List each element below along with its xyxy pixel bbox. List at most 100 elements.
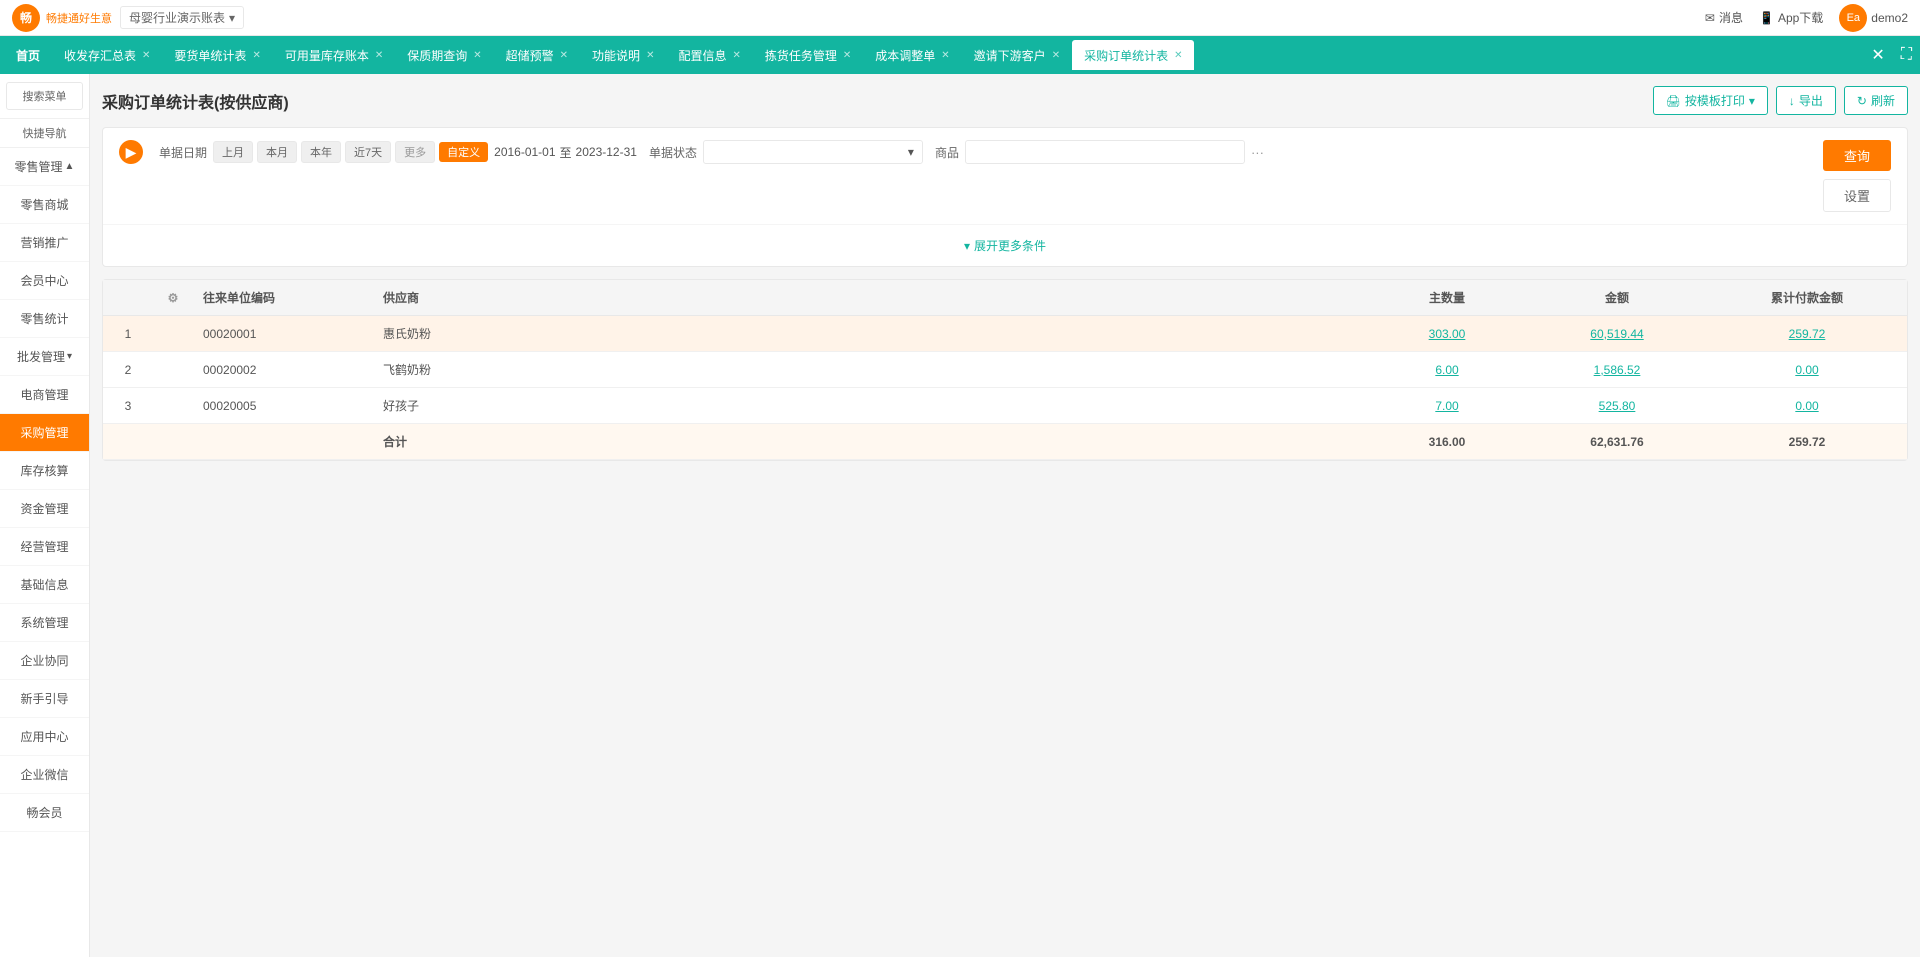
refresh-button[interactable]: ↻ 刷新: [1844, 86, 1908, 115]
paid-link[interactable]: 259.72: [1789, 327, 1826, 341]
cell-paid: 0.00: [1707, 388, 1907, 424]
page-header: 采购订单统计表(按供应商) 🖨 按模板打印 ▾ ↓ 导出 ↻ 刷新: [102, 86, 1908, 115]
paid-link[interactable]: 0.00: [1795, 399, 1818, 413]
sidebar-item-inventory[interactable]: 库存核算: [0, 452, 89, 490]
tab-invite[interactable]: 邀请下游客户 ✕: [962, 40, 1072, 70]
sidebar-item-retail[interactable]: 零售管理 ▲: [0, 148, 89, 186]
amount-link[interactable]: 60,519.44: [1590, 327, 1643, 341]
sidebar-item-wholesale[interactable]: 批发管理 ▾: [0, 338, 89, 376]
gear-icon[interactable]: ⚙: [168, 291, 179, 305]
sidebar-item-app-center[interactable]: 应用中心: [0, 718, 89, 756]
template-print-button[interactable]: 🖨 按模板打印 ▾: [1653, 86, 1768, 115]
tab-invite-label: 邀请下游客户: [974, 47, 1046, 64]
date-shortcut-7days[interactable]: 近7天: [345, 141, 391, 163]
tab-overstock-close[interactable]: ✕: [560, 50, 568, 61]
sidebar-item-system[interactable]: 系统管理: [0, 604, 89, 642]
sidebar-item-ecom[interactable]: 电商管理: [0, 376, 89, 414]
chevron-down-icon: ▲: [65, 161, 75, 172]
tab-cost-adj-close[interactable]: ✕: [941, 50, 949, 61]
sidebar-item-new-guide[interactable]: 新手引导: [0, 680, 89, 718]
footer-cell-amount: 62,631.76: [1527, 424, 1707, 460]
tab-func[interactable]: 功能说明 ✕: [580, 40, 666, 70]
tab-cost-adj[interactable]: 成本调整单 ✕: [863, 40, 961, 70]
sidebar-item-retail-stat-label: 零售统计: [20, 310, 68, 327]
query-button[interactable]: 查询: [1823, 140, 1891, 171]
cell-paid: 0.00: [1707, 352, 1907, 388]
search-menu-button[interactable]: 搜索菜单: [6, 82, 83, 110]
footer-cell-index: [103, 424, 153, 460]
footer-cell-code: [193, 424, 373, 460]
tab-order-stat[interactable]: 要货单统计表 ✕: [162, 40, 272, 70]
date-shortcut-more[interactable]: 更多: [395, 141, 435, 163]
sidebar-item-member[interactable]: 会员中心: [0, 262, 89, 300]
date-custom-tag[interactable]: 自定义: [439, 142, 488, 162]
date-filter: 单据日期 上月 本月 本年 近7天 更多 自定义 2016-01-01 至: [159, 141, 637, 163]
sidebar-item-member2[interactable]: 畅会员: [0, 794, 89, 832]
refresh-icon: ↻: [1857, 94, 1867, 108]
cell-supplier: 惠氏奶粉: [373, 316, 1367, 352]
filter-section: ▶ 单据日期 上月 本月 本年 近7天 更多 自定义: [102, 127, 1908, 267]
sidebar-item-retail-stat[interactable]: 零售统计: [0, 300, 89, 338]
sidebar-item-ops[interactable]: 经营管理: [0, 528, 89, 566]
col-header-check: ⚙: [153, 280, 193, 316]
qty-link[interactable]: 303.00: [1429, 327, 1466, 341]
sidebar-item-enterprise[interactable]: 企业协同: [0, 642, 89, 680]
sidebar-item-retail-shop[interactable]: 零售商城: [0, 186, 89, 224]
tab-pick-task[interactable]: 拣货任务管理 ✕: [753, 40, 863, 70]
sidebar-item-finance[interactable]: 资金管理: [0, 490, 89, 528]
filter-toggle-button[interactable]: ▶: [119, 140, 143, 164]
app-download-button[interactable]: 📱 App下载: [1759, 9, 1823, 26]
status-select[interactable]: ▾: [703, 140, 923, 164]
fullscreen-button[interactable]: ⛶: [1897, 46, 1916, 64]
date-shortcut-this-year[interactable]: 本年: [301, 141, 341, 163]
logo-abbr: 畅: [20, 9, 32, 26]
tab-pick-task-close[interactable]: ✕: [843, 50, 851, 61]
tab-overstock[interactable]: 超储预警 ✕: [494, 40, 580, 70]
cell-qty: 7.00: [1367, 388, 1527, 424]
tab-config-close[interactable]: ✕: [732, 50, 740, 61]
more-options-icon[interactable]: ···: [1251, 145, 1264, 160]
sidebar-item-basic[interactable]: 基础信息: [0, 566, 89, 604]
logo-icon: 畅: [12, 4, 40, 32]
export-button[interactable]: ↓ 导出: [1776, 86, 1836, 115]
sidebar-item-purchase[interactable]: 采购管理: [0, 414, 89, 452]
settings-button[interactable]: 设置: [1823, 179, 1891, 212]
goods-input[interactable]: [965, 140, 1245, 164]
paid-link[interactable]: 0.00: [1795, 363, 1818, 377]
tab-order-stat-close[interactable]: ✕: [252, 50, 260, 61]
message-button[interactable]: ✉ 消息: [1705, 9, 1743, 26]
close-all-tabs-button[interactable]: ✕: [1867, 45, 1888, 65]
user-area[interactable]: Ea demo2: [1839, 4, 1908, 32]
tab-purchase-stat[interactable]: 采购订单统计表 ✕: [1072, 40, 1194, 70]
tab-expiry-close[interactable]: ✕: [473, 50, 481, 61]
tab-config-label: 配置信息: [678, 47, 726, 64]
tab-inventory-label: 可用量库存账本: [285, 47, 369, 64]
tab-inventory-close[interactable]: ✕: [375, 50, 383, 61]
date-shortcut-last-month[interactable]: 上月: [213, 141, 253, 163]
sidebar-item-marketing[interactable]: 营销推广: [0, 224, 89, 262]
tab-receive[interactable]: 收发存汇总表 ✕: [52, 40, 162, 70]
amount-link[interactable]: 1,586.52: [1594, 363, 1641, 377]
date-shortcut-this-month[interactable]: 本月: [257, 141, 297, 163]
tab-purchase-stat-close[interactable]: ✕: [1174, 50, 1182, 61]
tab-expiry[interactable]: 保质期查询 ✕: [395, 40, 493, 70]
tab-func-close[interactable]: ✕: [646, 50, 654, 61]
tab-config[interactable]: 配置信息 ✕: [666, 40, 752, 70]
date-separator: 至: [560, 144, 572, 161]
tab-inventory[interactable]: 可用量库存账本 ✕: [273, 40, 395, 70]
quick-nav-button[interactable]: 快捷导航: [0, 119, 89, 148]
tab-receive-close[interactable]: ✕: [142, 50, 150, 61]
footer-cell-qty: 316.00: [1367, 424, 1527, 460]
cell-check: [153, 388, 193, 424]
amount-link[interactable]: 525.80: [1599, 399, 1636, 413]
tab-expiry-label: 保质期查询: [407, 47, 467, 64]
workspace-selector[interactable]: 母婴行业演示账表 ▾: [120, 6, 244, 29]
sidebar-item-enterprise-wx[interactable]: 企业微信: [0, 756, 89, 794]
tab-home[interactable]: 首页: [4, 40, 52, 70]
qty-link[interactable]: 6.00: [1435, 363, 1458, 377]
col-header-code: 往来单位编码: [193, 280, 373, 316]
expand-more-button[interactable]: ▾ 展开更多条件: [964, 231, 1046, 260]
qty-link[interactable]: 7.00: [1435, 399, 1458, 413]
sidebar-item-retail-label: 零售管理: [15, 158, 63, 175]
tab-invite-close[interactable]: ✕: [1052, 50, 1060, 61]
